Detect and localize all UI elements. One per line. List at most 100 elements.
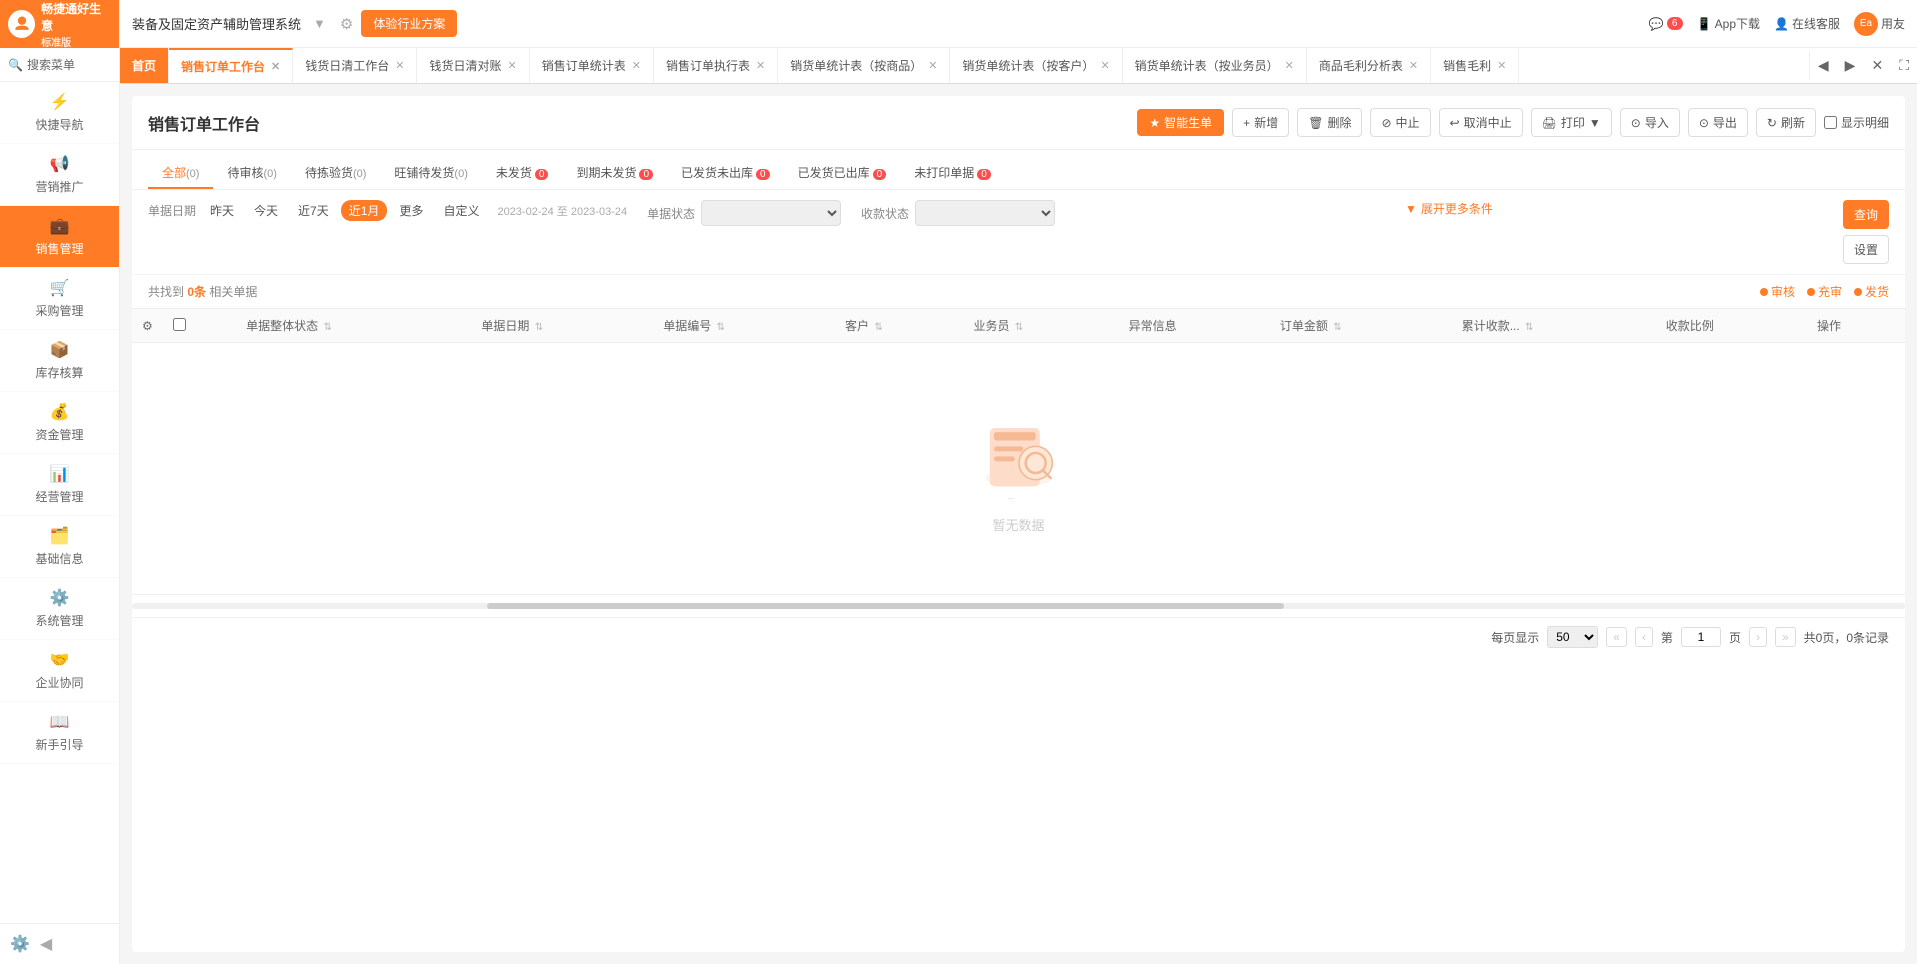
- message-action[interactable]: 💬 6: [1649, 17, 1683, 31]
- status-select[interactable]: [701, 200, 841, 226]
- sidebar-item-purchase[interactable]: 🛒 采购管理: [0, 268, 119, 330]
- th-date[interactable]: 单据日期 ⇅: [471, 309, 653, 343]
- tab-sales-stat-staff[interactable]: 销货单统计表（按业务员） ✕: [1123, 48, 1307, 84]
- tab-close-all[interactable]: ✕: [1863, 51, 1891, 80]
- tab-daily-cash[interactable]: 钱货日清工作台 ✕: [293, 48, 417, 84]
- settings-gear-icon[interactable]: ⚙: [340, 15, 353, 33]
- tab-close-icon[interactable]: ✕: [1100, 59, 1109, 72]
- tab-close-icon[interactable]: ✕: [1497, 59, 1506, 72]
- tab-close-icon[interactable]: ✕: [1285, 59, 1294, 72]
- cancel-stop-btn[interactable]: ↩ 取消中止: [1439, 108, 1523, 137]
- export-btn[interactable]: ⊙ 导出: [1688, 108, 1748, 137]
- user-action[interactable]: Ea 用友: [1854, 12, 1905, 36]
- industry-btn[interactable]: 体验行业方案: [361, 10, 457, 37]
- th-number[interactable]: 单据编号 ⇅: [653, 309, 835, 343]
- sub-tab-shipped-in[interactable]: 已发货已出库0: [784, 158, 901, 189]
- stop-btn[interactable]: ⊘ 中止: [1370, 108, 1430, 137]
- th-amount[interactable]: 订单金额 ⇅: [1270, 309, 1452, 343]
- date-option-yesterday[interactable]: 昨天: [202, 200, 242, 221]
- column-settings-icon[interactable]: ⚙: [142, 319, 153, 333]
- print-dropdown-icon[interactable]: ▼: [1589, 116, 1601, 130]
- tab-sales-exec[interactable]: 销售订单执行表 ✕: [654, 48, 778, 84]
- sidebar-item-guide[interactable]: 📖 新手引导: [0, 702, 119, 764]
- sub-tab-not-printed[interactable]: 未打印单据0: [900, 158, 1005, 189]
- show-detail-checkbox[interactable]: [1824, 116, 1837, 129]
- date-option-custom[interactable]: 自定义: [435, 200, 487, 221]
- sub-tab-shipped-not-in[interactable]: 已发货未出库0: [667, 158, 784, 189]
- add-btn[interactable]: + 新增: [1232, 108, 1289, 137]
- smart-btn[interactable]: ★ 智能生单: [1137, 109, 1224, 136]
- th-status[interactable]: 单据整体状态 ⇅: [236, 309, 471, 343]
- tab-cash-reconcile[interactable]: 钱货日清对账 ✕: [417, 48, 529, 84]
- sidebar-item-operation[interactable]: 📊 经营管理: [0, 454, 119, 516]
- refresh-btn[interactable]: ↻ 刷新: [1756, 108, 1816, 137]
- tab-sales-stat-product[interactable]: 销货单统计表（按商品） ✕: [778, 48, 950, 84]
- sidebar-item-nav[interactable]: ⚡ 快捷导航: [0, 82, 119, 144]
- tab-close-icon[interactable]: ✕: [508, 59, 517, 72]
- next-page-btn[interactable]: ›: [1749, 627, 1767, 647]
- date-option-today[interactable]: 今天: [246, 200, 286, 221]
- payment-select[interactable]: [915, 200, 1055, 226]
- sub-tab-wangpu[interactable]: 旺铺待发货(0): [380, 158, 481, 189]
- tab-gross-profit[interactable]: 商品毛利分析表 ✕: [1307, 48, 1431, 84]
- date-option-1month[interactable]: 近1月: [341, 200, 388, 221]
- tab-close-icon[interactable]: ✕: [632, 59, 641, 72]
- sidebar-item-inventory[interactable]: 📦 库存核算: [0, 330, 119, 392]
- th-customer[interactable]: 客户 ⇅: [835, 309, 963, 343]
- query-btn[interactable]: 查询: [1843, 200, 1889, 229]
- expand-btn[interactable]: ▼ 展开更多条件: [1405, 200, 1493, 217]
- scrollbar-area[interactable]: [132, 594, 1905, 617]
- last-page-btn[interactable]: »: [1775, 627, 1796, 647]
- date-option-more[interactable]: 更多: [391, 200, 431, 221]
- sidebar-item-system[interactable]: ⚙️ 系统管理: [0, 578, 119, 640]
- delete-btn[interactable]: 🗑 删除: [1297, 108, 1362, 137]
- online-service-action[interactable]: 👤 在线客服: [1774, 15, 1840, 32]
- tab-close-icon[interactable]: ✕: [756, 59, 765, 72]
- sub-tab-pending-inspect[interactable]: 待拣验货(0): [291, 158, 380, 189]
- tab-fullscreen[interactable]: ⛶: [1891, 51, 1917, 80]
- quick-send-btn[interactable]: 发货: [1854, 283, 1889, 300]
- sidebar-item-marketing[interactable]: 📢 营销推广: [0, 144, 119, 206]
- settings-icon[interactable]: ⚙️: [10, 934, 30, 954]
- tab-sales-stat[interactable]: 销售订单统计表 ✕: [530, 48, 654, 84]
- sub-tab-all[interactable]: 全部(0): [148, 158, 213, 189]
- page-size-select[interactable]: 50 10 20 100: [1547, 626, 1598, 648]
- tab-home[interactable]: 首页: [120, 48, 169, 84]
- sub-tab-pending-review[interactable]: 待审核(0): [213, 158, 290, 189]
- tab-scroll-right[interactable]: ▶: [1837, 51, 1864, 80]
- tab-sales-order[interactable]: 销售订单工作台 ✕: [169, 48, 293, 84]
- sidebar-item-coop[interactable]: 🤝 企业协同: [0, 640, 119, 702]
- search-menu[interactable]: 🔍 搜索菜单: [0, 48, 119, 82]
- first-page-btn[interactable]: «: [1606, 627, 1627, 647]
- quick-audit-btn[interactable]: 审核: [1760, 283, 1795, 300]
- tab-close-icon[interactable]: ✕: [1409, 59, 1418, 72]
- tab-sales-profit[interactable]: 销售毛利 ✕: [1431, 48, 1519, 84]
- sub-tab-overdue[interactable]: 到期未发货0: [562, 158, 667, 189]
- collapse-icon[interactable]: ◀: [40, 934, 52, 954]
- settings-btn[interactable]: 设置: [1843, 235, 1889, 264]
- page-number-input[interactable]: [1681, 627, 1721, 647]
- scroll-thumb[interactable]: [487, 603, 1285, 609]
- sidebar-item-finance[interactable]: 💰 资金管理: [0, 392, 119, 454]
- tab-close-icon[interactable]: ✕: [271, 60, 280, 73]
- sort-customer-icon: ⇅: [874, 322, 882, 333]
- tab-close-icon[interactable]: ✕: [395, 59, 404, 72]
- import-btn[interactable]: ⊙ 导入: [1620, 108, 1680, 137]
- th-staff[interactable]: 业务员 ⇅: [963, 309, 1118, 343]
- tab-sales-stat-customer[interactable]: 销货单统计表（按客户） ✕: [950, 48, 1122, 84]
- table-scroll[interactable]: ⚙ 单据整体状态 ⇅ 单据日期 ⇅: [132, 308, 1905, 594]
- sidebar-item-basic[interactable]: 🗂️ 基础信息: [0, 516, 119, 578]
- app-download-action[interactable]: 📱 App下载: [1697, 15, 1760, 32]
- tab-scroll-left[interactable]: ◀: [1810, 51, 1837, 80]
- show-detail-label[interactable]: 显示明细: [1824, 114, 1889, 131]
- th-collected[interactable]: 累计收款... ⇅: [1452, 309, 1656, 343]
- prev-page-btn[interactable]: ‹: [1635, 627, 1653, 647]
- print-btn[interactable]: 🖨 打印 ▼: [1531, 108, 1612, 137]
- sidebar-item-sales[interactable]: 💼 销售管理: [0, 206, 119, 268]
- tab-close-icon[interactable]: ✕: [928, 59, 937, 72]
- select-all-checkbox[interactable]: [173, 318, 186, 331]
- date-option-7days[interactable]: 近7天: [290, 200, 337, 221]
- sub-tab-not-shipped[interactable]: 未发货0: [482, 158, 563, 189]
- quick-cancel-btn[interactable]: 充审: [1807, 283, 1842, 300]
- dropdown-icon[interactable]: ▼: [313, 16, 326, 31]
